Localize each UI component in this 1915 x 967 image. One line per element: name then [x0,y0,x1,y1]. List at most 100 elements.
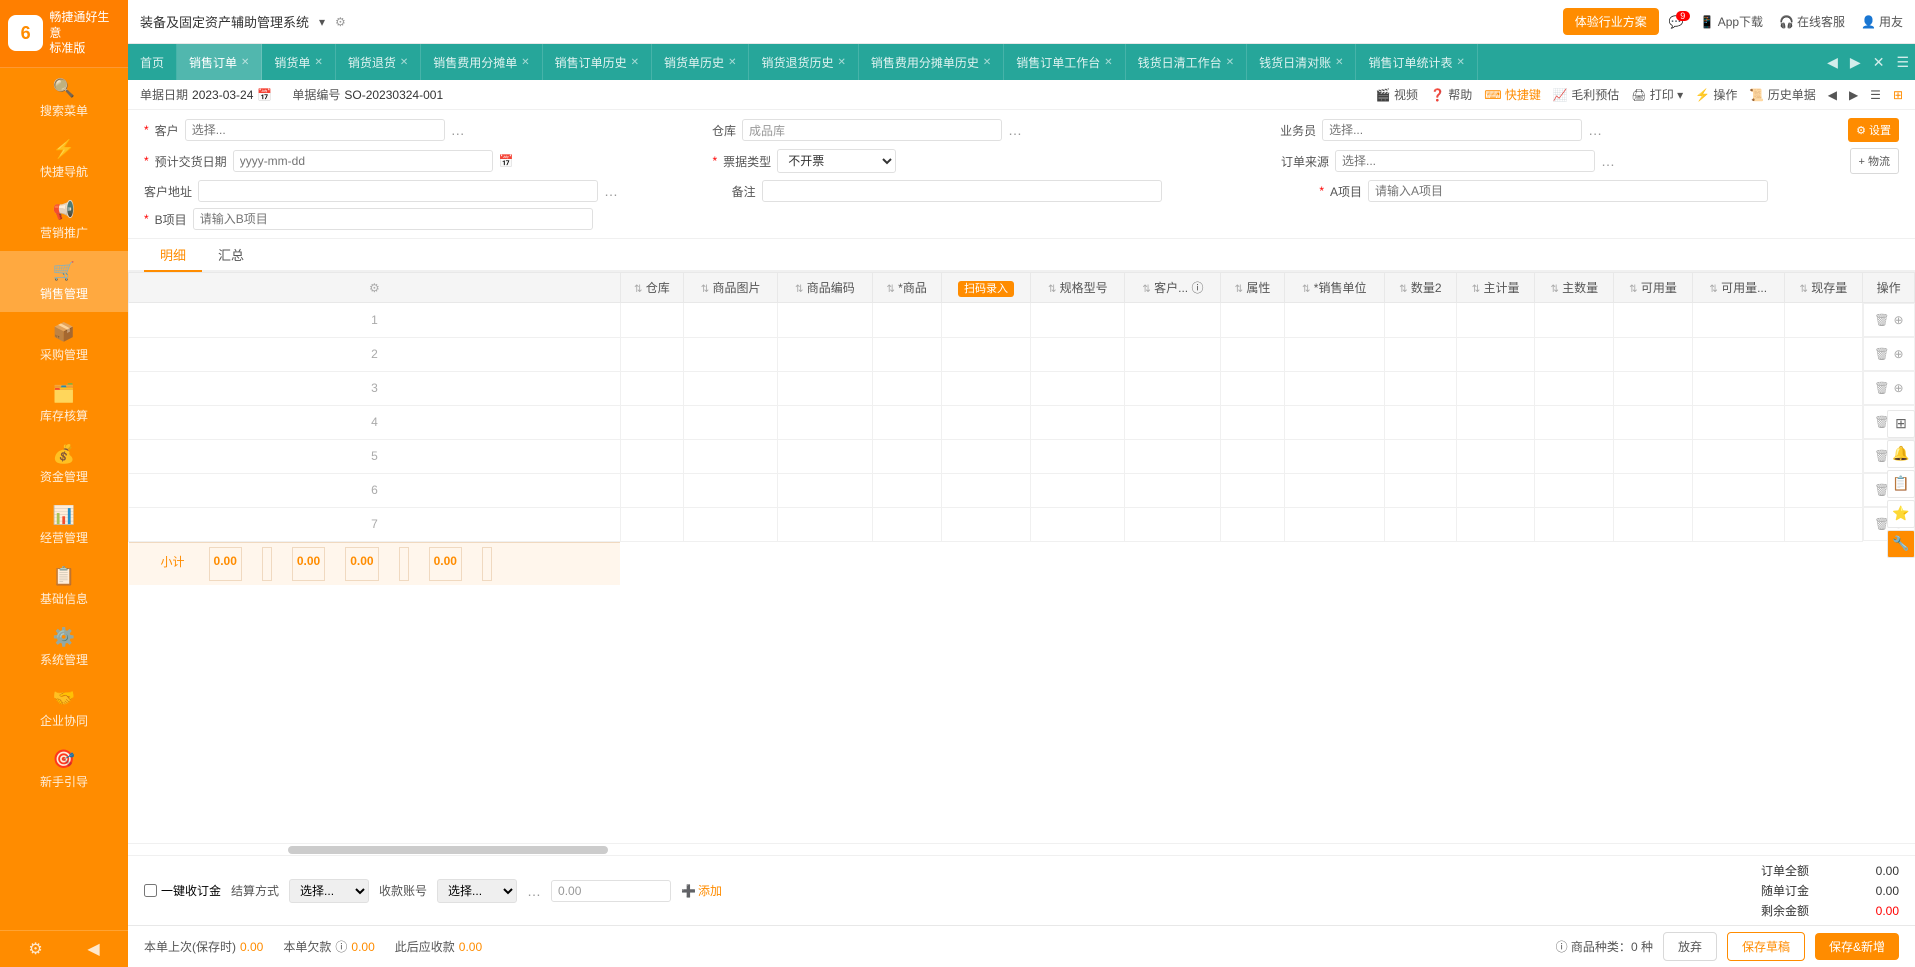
row-spec[interactable] [1031,439,1125,473]
save-new-btn[interactable]: 保存&新增 [1815,933,1899,960]
tab-detail[interactable]: 明细 [144,239,202,272]
tab-next-arrow[interactable]: ▶ [1844,54,1867,71]
one-click-label[interactable]: 一键收订金 [144,882,221,899]
scroll-thumb[interactable] [288,846,608,854]
account-expand-btn[interactable]: … [527,883,541,899]
tab-close-icon[interactable]: ✕ [314,57,322,68]
delivery-input[interactable] [233,150,493,172]
sidebar-item-search[interactable]: 🔍搜索菜单 [0,68,128,129]
row-warehouse[interactable] [620,303,683,338]
row-product-code[interactable] [778,303,872,338]
row-qty2[interactable] [1384,473,1456,507]
row-product[interactable] [872,371,941,405]
sidebar-item-sales[interactable]: 🛒销售管理 [0,251,128,312]
nav-tab-0[interactable]: 首页 [128,44,177,80]
row-product-code[interactable] [778,405,872,439]
row-avail-qty[interactable] [1614,473,1693,507]
row-customer[interactable] [1125,507,1221,541]
nav-tab-8[interactable]: 销售费用分摊单历史✕ [859,44,1004,80]
row-product-code[interactable] [778,337,872,371]
row-product[interactable] [872,303,941,338]
row-attribute[interactable] [1221,507,1284,541]
tab-close-icon[interactable]: ✕ [241,57,249,68]
calendar-icon[interactable]: 📅 [257,88,272,102]
row-avail-qty[interactable] [1614,507,1693,541]
row-avail-qty2[interactable] [1692,405,1784,439]
row-unit[interactable] [1284,439,1384,473]
operation-link[interactable]: ⚡ 操作 [1695,86,1737,103]
shortcuts-link[interactable]: ⌨ 快捷键 [1484,86,1541,103]
message-badge[interactable]: 💬 9 [1669,15,1684,29]
row-product[interactable] [872,473,941,507]
rfloat-btn-2[interactable]: 🔔 [1887,440,1915,468]
delete-icon[interactable]: 🗑 [1874,313,1889,327]
settings-icon[interactable]: ⚙ [28,939,42,959]
row-product[interactable] [872,337,941,371]
horizontal-scrollbar[interactable] [128,843,1915,855]
row-main-qty[interactable] [1535,371,1614,405]
history-link[interactable]: 📜 历史单据 [1749,86,1815,103]
row-unit[interactable] [1284,405,1384,439]
row-stock[interactable] [1784,507,1863,541]
tab-close-icon[interactable]: ✕ [521,57,529,68]
row-main-qty[interactable] [1535,303,1614,338]
row-warehouse[interactable] [620,507,683,541]
row-spec[interactable] [1031,337,1125,371]
row-warehouse[interactable] [620,473,683,507]
row-qty2[interactable] [1384,405,1456,439]
tab-close-icon[interactable]: ✕ [1335,57,1343,68]
salesperson-expand-btn[interactable]: … [1588,122,1602,138]
delete-icon[interactable]: 🗑 [1874,381,1889,395]
row-warehouse[interactable] [620,337,683,371]
tab-close-icon[interactable]: ✕ [1226,57,1234,68]
invoice-select[interactable]: 不开票 增值税普通发票 增值税专用发票 [777,149,896,173]
row-main-qty[interactable] [1535,337,1614,371]
row-unit[interactable] [1284,473,1384,507]
salesperson-input[interactable] [1322,119,1582,141]
tab-close-icon[interactable]: ✕ [837,57,845,68]
tab-summary[interactable]: 汇总 [202,239,260,272]
row-warehouse[interactable] [620,405,683,439]
nav-tab-1[interactable]: 销售订单✕ [177,44,262,80]
sidebar-item-system[interactable]: ⚙️系统管理 [0,617,128,678]
settings-icon[interactable]: ⚙ [335,15,346,29]
order-source-expand-btn[interactable]: … [1601,153,1615,169]
nav-prev-icon[interactable]: ◀ [1828,88,1837,102]
a-project-input[interactable] [1368,180,1768,202]
discard-btn[interactable]: 放弃 [1663,932,1717,961]
row-product[interactable] [872,405,941,439]
row-attribute[interactable] [1221,371,1284,405]
row-avail-qty[interactable] [1614,405,1693,439]
address-expand-btn[interactable]: … [604,183,618,199]
row-qty2[interactable] [1384,337,1456,371]
b-project-input[interactable] [193,208,593,230]
row-spec[interactable] [1031,405,1125,439]
row-attribute[interactable] [1221,303,1284,338]
row-avail-qty[interactable] [1614,337,1693,371]
system-dropdown[interactable]: ▾ [319,15,325,29]
row-stock[interactable] [1784,405,1863,439]
tab-close-icon[interactable]: ✕ [631,57,639,68]
save-draft-btn[interactable]: 保存草稿 [1727,932,1805,961]
row-qty2[interactable] [1384,507,1456,541]
row-warehouse[interactable] [620,439,683,473]
th-settings[interactable]: ⚙ [129,273,621,303]
row-qty2[interactable] [1384,439,1456,473]
rfloat-btn-4[interactable]: ⭐ [1887,500,1915,528]
row-spec[interactable] [1031,371,1125,405]
row-main-qty[interactable] [1535,405,1614,439]
row-main-qty[interactable] [1535,507,1614,541]
row-avail-qty[interactable] [1614,371,1693,405]
sidebar-item-inventory[interactable]: 🗂️库存核算 [0,373,128,434]
copy-icon[interactable]: ⊕ [1893,347,1903,361]
sidebar-item-quicknav[interactable]: ⚡快捷导航 [0,129,128,190]
delivery-calendar-icon[interactable]: 📅 [499,154,514,168]
row-warehouse[interactable] [620,371,683,405]
row-attribute[interactable] [1221,473,1284,507]
customer-input[interactable] [185,119,445,141]
row-spec[interactable] [1031,473,1125,507]
sidebar-item-guide[interactable]: 🎯新手引导 [0,739,128,800]
row-spec[interactable] [1031,507,1125,541]
row-stock[interactable] [1784,473,1863,507]
row-attribute[interactable] [1221,337,1284,371]
